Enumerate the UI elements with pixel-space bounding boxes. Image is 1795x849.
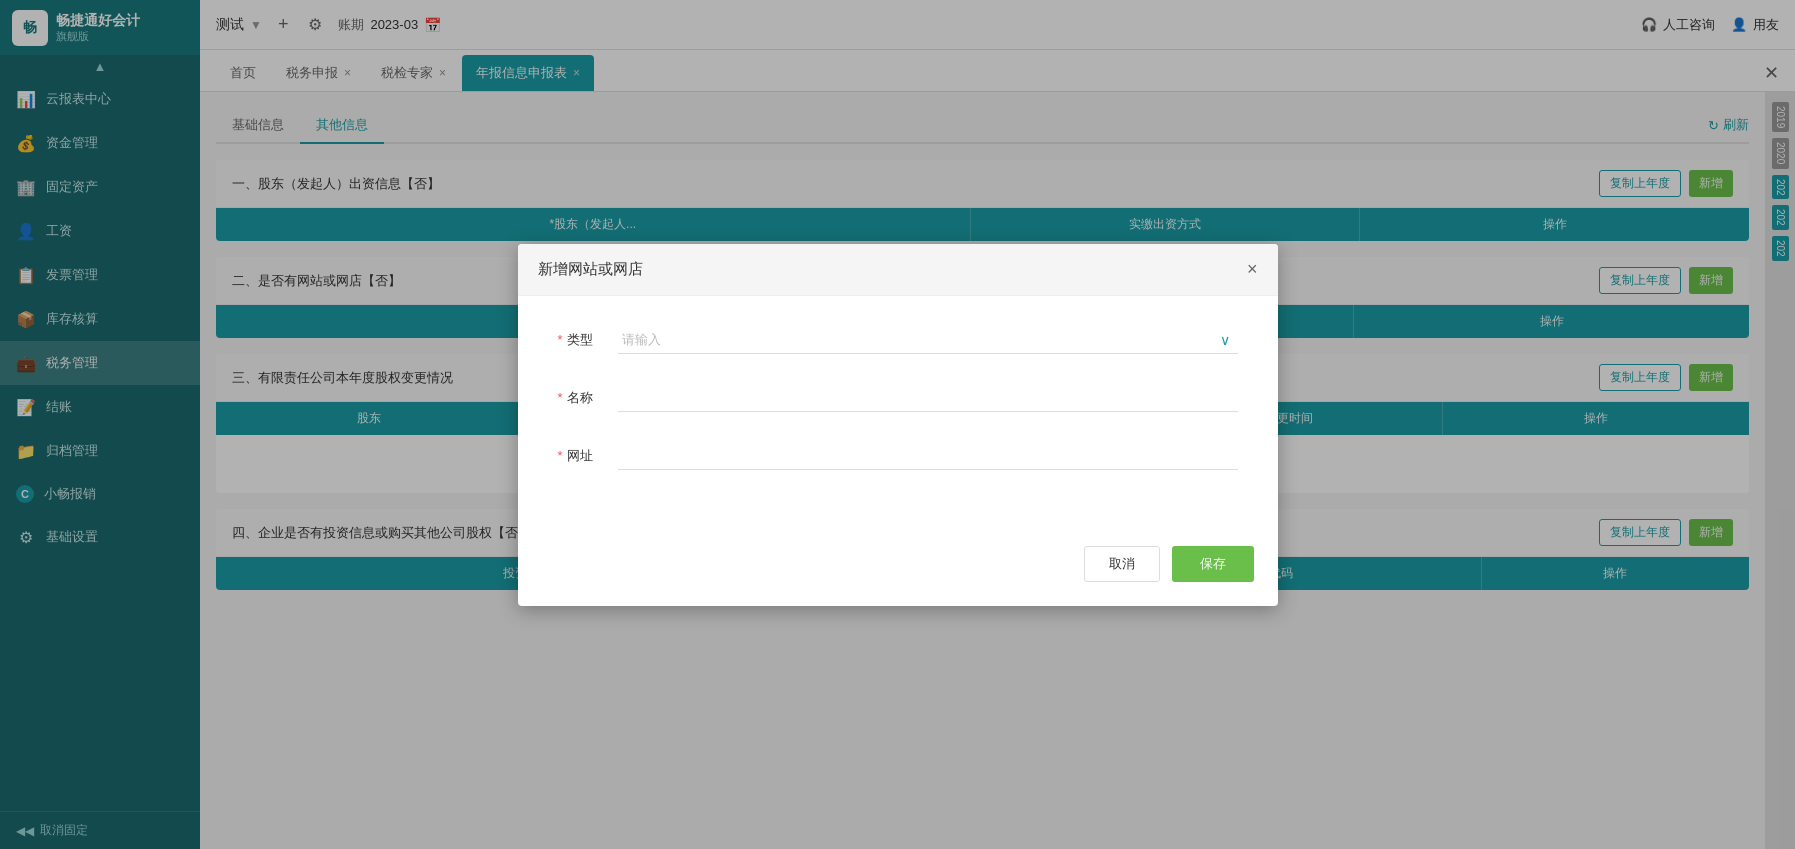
- name-input[interactable]: [618, 384, 1238, 412]
- cancel-button[interactable]: 取消: [1084, 546, 1160, 582]
- type-input[interactable]: [618, 326, 1238, 354]
- required-asterisk: *: [558, 448, 563, 463]
- modal-close-button[interactable]: ×: [1247, 260, 1258, 278]
- modal-body: *类型 ∨ *名称: [518, 296, 1278, 530]
- modal-add-website: 新增网站或网店 × *类型 ∨ *名称: [518, 244, 1278, 606]
- form-label-type: *类型: [558, 331, 618, 349]
- save-button[interactable]: 保存: [1172, 546, 1254, 582]
- form-row-name: *名称: [558, 384, 1238, 412]
- required-asterisk: *: [558, 390, 563, 405]
- form-control-url: [618, 442, 1238, 470]
- modal-title: 新增网站或网店: [538, 260, 643, 279]
- modal-overlay: 新增网站或网店 × *类型 ∨ *名称: [0, 0, 1795, 849]
- modal-footer: 取消 保存: [518, 530, 1278, 606]
- form-label-name: *名称: [558, 389, 618, 407]
- url-input[interactable]: [618, 442, 1238, 470]
- form-control-type: ∨: [618, 326, 1238, 354]
- form-row-type: *类型 ∨: [558, 326, 1238, 354]
- form-row-url: *网址: [558, 442, 1238, 470]
- form-label-url: *网址: [558, 447, 618, 465]
- required-asterisk: *: [558, 332, 563, 347]
- modal-header: 新增网站或网店 ×: [518, 244, 1278, 296]
- form-control-name: [618, 384, 1238, 412]
